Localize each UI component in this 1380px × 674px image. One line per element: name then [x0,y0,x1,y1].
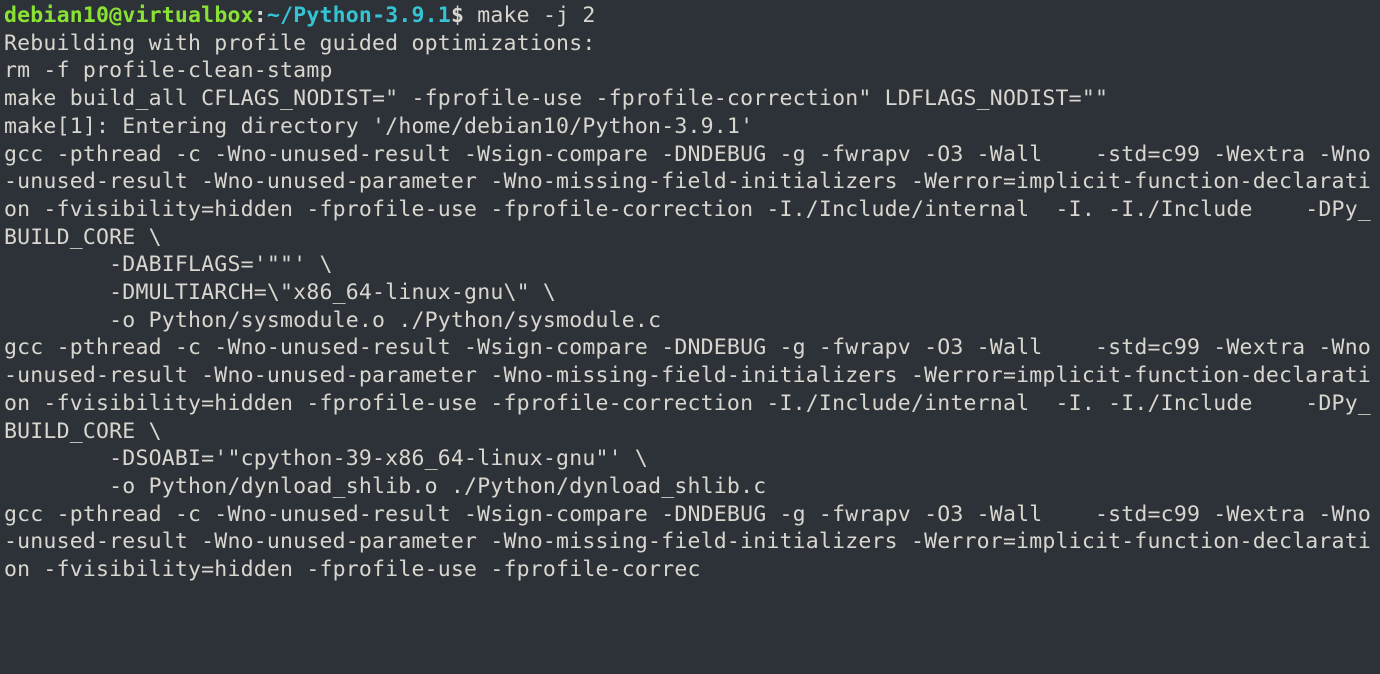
prompt-sep: : [254,3,267,28]
prompt-user: debian10 [4,3,109,28]
prompt-host: virtualbox [122,3,253,28]
command-input[interactable]: make -j 2 [477,3,595,28]
prompt-dollar: $ [451,3,477,28]
prompt-path: ~/Python-3.9.1 [267,3,451,28]
output-line: gcc -pthread -c -Wno-unused-result -Wsig… [4,335,1371,443]
output-line: make[1]: Entering directory '/home/debia… [4,114,753,139]
output-line: make build_all CFLAGS_NODIST=" -fprofile… [4,86,1108,111]
output-line: -DABIFLAGS='""' \ [4,252,333,277]
output-line: -o Python/sysmodule.o ./Python/sysmodule… [4,308,661,333]
terminal-window[interactable]: debian10@virtualbox:~/Python-3.9.1$ make… [0,0,1380,674]
output-line: -o Python/dynload_shlib.o ./Python/dynlo… [4,474,766,499]
output-line: gcc -pthread -c -Wno-unused-result -Wsig… [4,142,1371,250]
output-line: gcc -pthread -c -Wno-unused-result -Wsig… [4,502,1371,582]
output-line: rm -f profile-clean-stamp [4,58,333,83]
prompt-at: @ [109,3,122,28]
prompt-line: debian10@virtualbox:~/Python-3.9.1$ make… [4,3,596,28]
output-line: Rebuilding with profile guided optimizat… [4,31,595,56]
output-line: -DMULTIARCH=\"x86_64-linux-gnu\" \ [4,280,556,305]
output-line: -DSOABI='"cpython-39-x86_64-linux-gnu"' … [4,446,648,471]
